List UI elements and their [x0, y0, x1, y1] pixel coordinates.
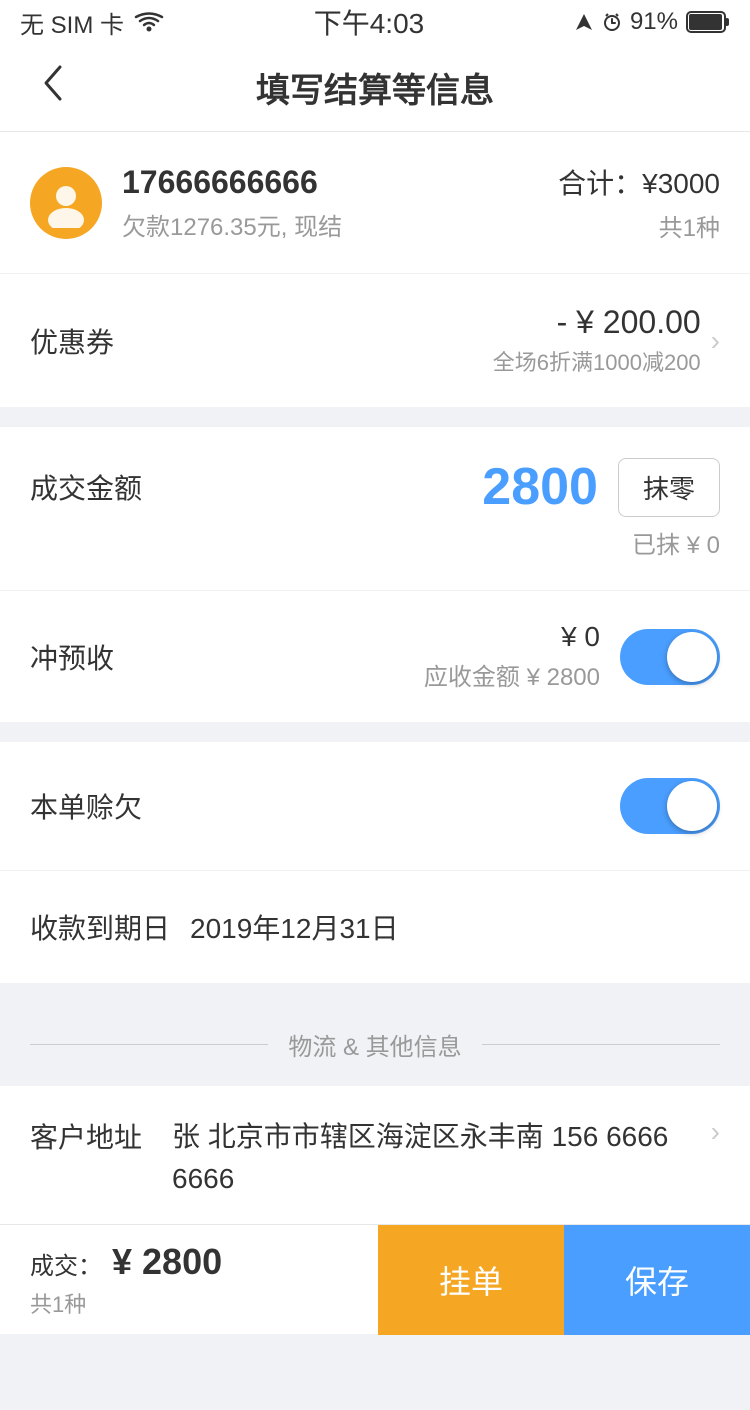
- logistics-divider: 物流 & 其他信息: [0, 1003, 750, 1086]
- amount-label: 成交金额: [30, 467, 142, 507]
- amount-card: 成交金额 2800 抹零 已抹 ¥ 0 冲预收 ¥ 0 应收金额 ¥ 2800: [0, 427, 750, 722]
- address-value: 张 北京市市辖区海淀区永丰南 156 6666 6666: [172, 1116, 701, 1200]
- customer-info: 17666666666 欠款1276.35元, 现结: [122, 164, 342, 242]
- coupon-amount: - ¥ 200.00: [493, 304, 701, 341]
- coupon-desc: 全场6折满1000减200: [493, 345, 701, 377]
- precollect-row: 冲预收 ¥ 0 应收金额 ¥ 2800: [30, 621, 720, 692]
- main-content: 17666666666 欠款1276.35元, 现结 合计：¥3000 共1种 …: [0, 132, 750, 1410]
- customer-debt: 欠款1276.35元, 现结: [122, 207, 342, 242]
- duedate-value: 2019年12月31日: [190, 907, 399, 947]
- address-label: 客户地址: [30, 1116, 142, 1156]
- customer-phone: 17666666666: [122, 164, 342, 201]
- duedate-section: 收款到期日 2019年12月31日: [0, 870, 750, 983]
- amount-row: 成交金额 2800 抹零: [30, 457, 720, 517]
- amount-section: 成交金额 2800 抹零 已抹 ¥ 0: [0, 427, 750, 590]
- customer-right: 合计：¥3000 共1种: [558, 162, 720, 243]
- hang-single-button[interactable]: 挂单: [378, 1225, 564, 1335]
- duedate-label: 收款到期日: [30, 907, 170, 947]
- customer-count: 共1种: [558, 208, 720, 243]
- bottom-bar: 成交： ¥ 2800 共1种 挂单 保存: [0, 1224, 750, 1334]
- precollect-sub: 应收金额 ¥ 2800: [424, 657, 600, 692]
- amount-sub: 已抹 ¥ 0: [30, 525, 720, 560]
- bottom-summary: 成交： ¥ 2800 共1种: [0, 1241, 378, 1319]
- nav-bar: 填写结算等信息: [0, 44, 750, 132]
- debt-toggle[interactable]: [620, 778, 720, 834]
- precollect-label: 冲预收: [30, 637, 114, 677]
- save-button[interactable]: 保存: [564, 1225, 750, 1335]
- debt-section: 本单赊欠: [0, 742, 750, 870]
- wifi-icon: [134, 11, 164, 33]
- customer-total: 合计：¥3000: [558, 162, 720, 202]
- sim-label: 无 SIM 卡: [20, 5, 124, 40]
- address-arrow-icon: ›: [711, 1116, 720, 1148]
- status-right: 91%: [574, 8, 730, 36]
- summary-amount: ¥ 2800: [112, 1241, 222, 1283]
- battery-icon: [686, 11, 730, 33]
- coupon-arrow-icon: ›: [711, 325, 720, 357]
- summary-count: 共1种: [30, 1287, 348, 1319]
- toggle-knob: [667, 632, 717, 682]
- round-button[interactable]: 抹零: [618, 458, 720, 517]
- address-card: 客户地址 张 北京市市辖区海淀区永丰南 156 6666 6666 ›: [0, 1086, 750, 1230]
- customer-row: 17666666666 欠款1276.35元, 现结 合计：¥3000 共1种: [0, 132, 750, 273]
- coupon-row[interactable]: 优惠券 - ¥ 200.00 全场6折满1000减200 ›: [0, 273, 750, 407]
- precollect-right: ¥ 0 应收金额 ¥ 2800: [424, 621, 720, 692]
- alarm-icon: [602, 12, 622, 32]
- summary-main: 成交： ¥ 2800: [30, 1241, 348, 1283]
- debt-label: 本单赊欠: [30, 786, 142, 826]
- avatar: [30, 167, 102, 239]
- debt-toggle-knob: [667, 781, 717, 831]
- status-left: 无 SIM 卡: [20, 5, 164, 40]
- location-icon: [574, 12, 594, 32]
- amount-value: 2800: [482, 457, 598, 517]
- summary-label: 成交：: [30, 1246, 102, 1281]
- status-bar: 无 SIM 卡 下午4:03 91%: [0, 0, 750, 44]
- back-button[interactable]: [30, 53, 74, 122]
- battery-percent: 91%: [630, 8, 678, 36]
- customer-card: 17666666666 欠款1276.35元, 现结 合计：¥3000 共1种 …: [0, 132, 750, 407]
- logistics-text: 物流 & 其他信息: [288, 1027, 461, 1062]
- coupon-label: 优惠券: [30, 321, 114, 361]
- status-time: 下午4:03: [314, 2, 425, 42]
- page-title: 填写结算等信息: [256, 63, 494, 112]
- address-section[interactable]: 客户地址 张 北京市市辖区海淀区永丰南 156 6666 6666 ›: [0, 1086, 750, 1230]
- precollect-section: 冲预收 ¥ 0 应收金额 ¥ 2800: [0, 590, 750, 722]
- precollect-toggle[interactable]: [620, 629, 720, 685]
- precollect-value: ¥ 0: [424, 621, 600, 653]
- debt-card: 本单赊欠 收款到期日 2019年12月31日: [0, 742, 750, 983]
- customer-left: 17666666666 欠款1276.35元, 现结: [30, 164, 342, 242]
- divider-line-right: [482, 1044, 720, 1045]
- amount-right: 2800 抹零: [482, 457, 720, 517]
- divider-line-left: [30, 1044, 268, 1045]
- avatar-icon: [41, 178, 91, 228]
